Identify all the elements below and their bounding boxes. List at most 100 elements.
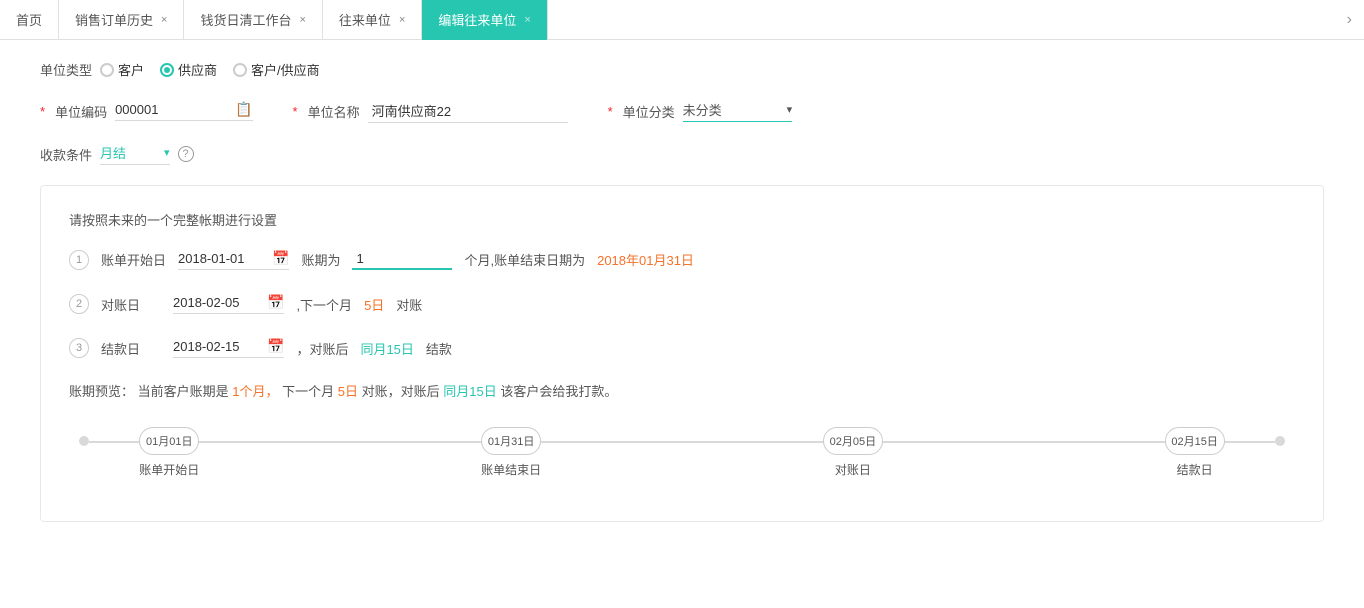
unit-name-field: * 单位名称 (293, 99, 568, 123)
radio-group: 客户 供应商 客户/供应商 (100, 60, 320, 79)
period-date-input-3[interactable] (173, 339, 263, 354)
period-row-num-1: 1 (69, 250, 89, 270)
preview-highlight3: 同月15日 (443, 384, 496, 399)
tab-home[interactable]: 首页 (0, 0, 59, 40)
payment-row: 收款条件 月结 ▾ ? (40, 143, 1324, 165)
unit-type-label: 单位类型 (40, 60, 92, 79)
radio-supplier-circle (160, 63, 174, 77)
timeline-label-1: 账单开始日 (139, 461, 199, 478)
period-desc-2a: ,下一个月 (296, 295, 352, 314)
radio-both-circle (233, 63, 247, 77)
close-edit-partner[interactable]: × (524, 14, 530, 26)
preview-label: 账期预览： (69, 384, 134, 399)
period-desc-1b: 个月,账单结束日期为 (464, 250, 585, 269)
unit-code-input-wrapper: 📋 (115, 101, 252, 121)
close-sales-history[interactable]: × (161, 14, 167, 26)
tab-partners-label: 往来单位 (339, 10, 391, 29)
period-desc-3b: 结款 (426, 339, 452, 358)
unit-category-value: 未分类 (683, 100, 783, 119)
unit-category-label: 单位分类 (623, 102, 675, 121)
preview-text3: 对账，对账后 (362, 384, 440, 399)
unit-type-field: 单位类型 客户 供应商 客户/供应商 (40, 60, 320, 79)
tab-edit-partner-label: 编辑往来单位 (438, 10, 516, 29)
tab-home-label: 首页 (16, 10, 42, 29)
tab-cash-workbench[interactable]: 钱货日清工作台 × (184, 0, 322, 40)
period-desc-1a: 账期为 (301, 250, 340, 269)
period-months-input[interactable] (352, 249, 452, 270)
calendar-icon-3[interactable]: 📅 (267, 338, 284, 355)
timeline-dot-3: 02月05日 (823, 427, 883, 455)
preview-text1: 当前客户账期是 (138, 384, 229, 399)
period-date-1: 📅 (178, 250, 289, 270)
unit-code-field: * 单位编码 📋 (40, 101, 253, 121)
timeline-right-dot (1275, 436, 1285, 446)
tab-edit-partner[interactable]: 编辑往来单位 × (422, 0, 547, 40)
radio-supplier-label: 供应商 (178, 60, 217, 79)
tab-more-arrow[interactable]: › (1335, 0, 1364, 40)
period-date-input-1[interactable] (178, 251, 268, 266)
period-date-input-2[interactable] (173, 295, 263, 310)
payment-label: 收款条件 (40, 145, 92, 164)
timeline-items: 01月01日 账单开始日 01月31日 账单结束日 02月0 (139, 427, 1224, 478)
close-partners[interactable]: × (399, 14, 405, 26)
unit-name-label: 单位名称 (308, 102, 360, 121)
period-row-3: 3 结款日 📅 ，对账后 同月15日 结款 (69, 338, 1295, 358)
payment-help-icon[interactable]: ? (178, 146, 194, 162)
unit-name-required: * (293, 104, 298, 119)
tab-bar: 首页 销售订单历史 × 钱货日清工作台 × 往来单位 × 编辑往来单位 × › (0, 0, 1364, 40)
timeline-dot-4: 02月15日 (1165, 427, 1225, 455)
payment-arrow: ▾ (164, 146, 170, 159)
unit-category-dropdown[interactable]: 未分类 ▾ (683, 100, 793, 122)
period-preview: 账期预览： 当前客户账期是 1个月， 下一个月 5日 对账，对账后 同月15日 … (69, 382, 1295, 403)
unit-category-field: * 单位分类 未分类 ▾ (608, 100, 793, 122)
timeline-label-2: 账单结束日 (481, 461, 541, 478)
timeline-item-3: 02月05日 对账日 (823, 427, 883, 478)
period-row-2: 2 对账日 📅 ,下一个月 5日 对账 (69, 294, 1295, 314)
unit-category-required: * (608, 104, 613, 119)
tab-sales-history[interactable]: 销售订单历史 × (59, 0, 184, 40)
period-row-num-3: 3 (69, 338, 89, 358)
period-date-2: 📅 (173, 294, 284, 314)
radio-supplier[interactable]: 供应商 (160, 60, 217, 79)
unit-code-input[interactable] (115, 102, 235, 117)
period-desc-3a: ，对账后 (296, 339, 348, 358)
period-desc-2b: 对账 (396, 295, 422, 314)
radio-both[interactable]: 客户/供应商 (233, 60, 320, 79)
period-date-3: 📅 (173, 338, 284, 358)
payment-value: 月结 (100, 143, 160, 162)
timeline-dot-1: 01月01日 (139, 427, 199, 455)
timeline-label-4: 结款日 (1177, 461, 1213, 478)
timeline-item-4: 02月15日 结款日 (1165, 427, 1225, 478)
tab-partners[interactable]: 往来单位 × (323, 0, 422, 40)
radio-customer[interactable]: 客户 (100, 60, 144, 79)
calendar-icon-1[interactable]: 📅 (272, 250, 289, 267)
period-settlement-highlight: 同月15日 (360, 339, 413, 358)
radio-customer-label: 客户 (118, 60, 144, 79)
tab-cash-workbench-label: 钱货日清工作台 (200, 10, 291, 29)
timeline: 01月01日 账单开始日 01月31日 账单结束日 02月0 (79, 427, 1285, 497)
unit-name-input[interactable] (368, 99, 568, 123)
radio-customer-circle (100, 63, 114, 77)
timeline-left-dot (79, 436, 89, 446)
unit-info-row: * 单位编码 📋 * 单位名称 * 单位分类 未分类 ▾ (40, 99, 1324, 123)
timeline-wrapper: 01月01日 账单开始日 01月31日 账单结束日 02月0 (69, 427, 1295, 497)
period-row-label-3: 结款日 (101, 339, 161, 358)
close-cash-workbench[interactable]: × (299, 14, 305, 26)
preview-text4: 该客户会给我打款。 (500, 384, 617, 399)
unit-code-label: 单位编码 (55, 102, 107, 121)
unit-code-icon[interactable]: 📋 (235, 101, 252, 118)
calendar-icon-2[interactable]: 📅 (267, 294, 284, 311)
period-row-num-2: 2 (69, 294, 89, 314)
period-row-label-1: 账单开始日 (101, 250, 166, 269)
main-content: 单位类型 客户 供应商 客户/供应商 * 单位编码 (0, 40, 1364, 608)
period-row-label-2: 对账日 (101, 295, 161, 314)
preview-highlight2: 5日 (338, 384, 358, 399)
unit-code-required: * (40, 104, 45, 119)
payment-select[interactable]: 月结 ▾ (100, 143, 170, 165)
timeline-item-2: 01月31日 账单结束日 (481, 427, 541, 478)
timeline-item-1: 01月01日 账单开始日 (139, 427, 199, 478)
radio-both-label: 客户/供应商 (251, 60, 320, 79)
period-instruction: 请按照未来的一个完整帐期进行设置 (69, 210, 1295, 229)
tab-sales-history-label: 销售订单历史 (75, 10, 153, 29)
preview-text2: 下一个月 (282, 384, 334, 399)
